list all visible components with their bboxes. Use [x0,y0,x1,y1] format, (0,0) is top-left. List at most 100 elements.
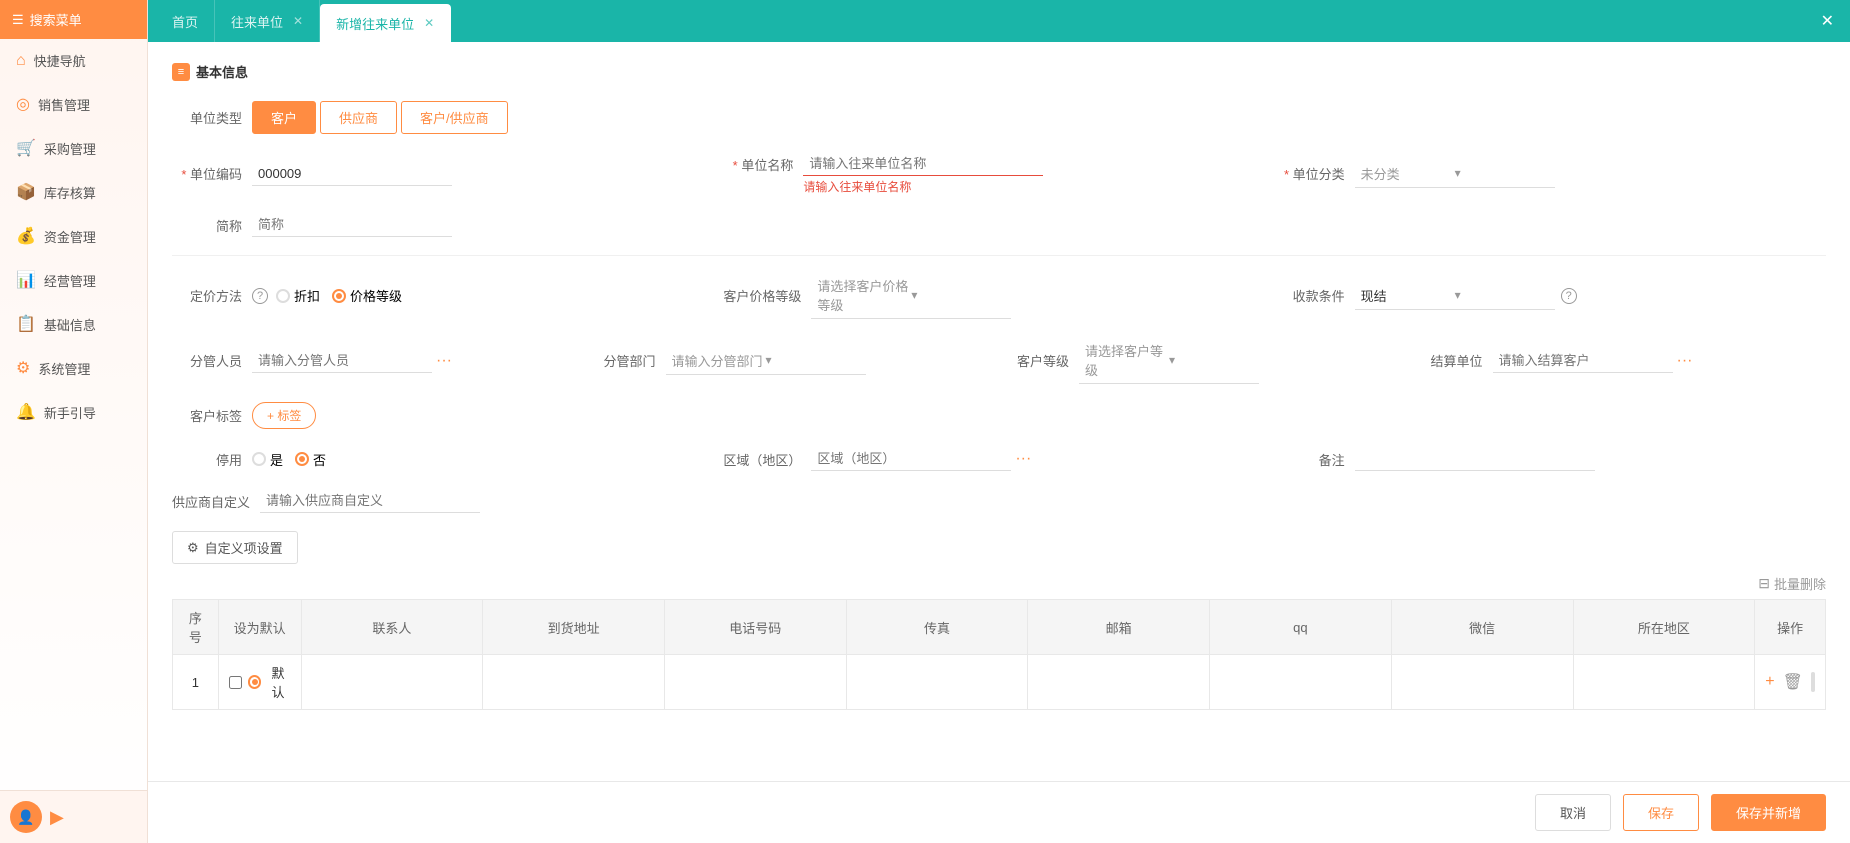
add-tag-button[interactable]: + 标签 [252,402,316,429]
sidebar-item-newbie[interactable]: 🔔 新手引导 [0,390,147,434]
cell-contact[interactable] [301,655,483,710]
drag-handle[interactable] [1811,672,1815,692]
sidebar-item-basic-info[interactable]: 📋 基础信息 [0,302,147,346]
expand-icon: ▶ [50,807,64,828]
add-row-icon[interactable]: + [1765,673,1774,691]
region-more-btn[interactable]: ··· [1011,450,1035,468]
sidebar-item-inventory[interactable]: 📦 库存核算 [0,170,147,214]
sidebar-item-operations[interactable]: 📊 经营管理 [0,258,147,302]
unit-category-select[interactable]: 未分类 ▾ [1355,160,1555,188]
department-select[interactable]: 请输入分管部门 ▾ [666,347,866,375]
disabled-label: 停用 [172,450,252,469]
delete-row-icon[interactable]: 🗑 [1783,672,1803,692]
radio-yes-circle [252,452,266,466]
sidebar-item-finance[interactable]: 💰 资金管理 [0,214,147,258]
cell-region[interactable] [1573,655,1755,710]
type-btn-both[interactable]: 客户/供应商 [401,101,508,134]
unit-category-value: 未分类 [1361,164,1455,183]
remarks-input[interactable] [1355,447,1595,471]
cell-email[interactable] [1028,655,1210,710]
type-btn-customer[interactable]: 客户 [252,101,316,134]
settlement-unit-more-btn[interactable]: ··· [1673,352,1697,370]
pricing-help-icon[interactable]: ? [252,288,268,304]
save-and-new-button[interactable]: 保存并新增 [1711,794,1826,831]
tab-new-contact-label: 新增往来单位 [336,14,414,33]
cell-fax[interactable] [846,655,1028,710]
manager-label: 分管人员 [172,351,252,370]
radio-price-level-label: 价格等级 [350,286,402,305]
unit-name-input[interactable] [803,152,1043,176]
payment-terms-help-icon[interactable]: ? [1561,288,1577,304]
radio-discount[interactable]: 折扣 [276,286,320,305]
manager-input[interactable] [252,349,432,373]
chevron-down-icon-2: ▾ [911,288,1005,302]
cell-wechat[interactable] [1391,655,1573,710]
region-input[interactable] [811,447,1011,471]
unit-category-label: 单位分类 [1275,164,1355,183]
quick-nav-icon: ⌂ [16,52,26,70]
phone-input[interactable] [675,675,836,690]
qq-input[interactable] [1220,675,1381,690]
search-menu[interactable]: ☰ 搜索菜单 [0,0,147,39]
tag-label: 客户标签 [172,406,252,425]
save-button[interactable]: 保存 [1623,794,1699,831]
region-label: 区域（地区） [723,450,811,469]
sidebar-item-quick-nav[interactable]: ⌂ 快捷导航 [0,39,147,82]
radio-no-circle [295,452,309,466]
unit-type-row: 单位类型 客户 供应商 客户/供应商 [172,101,1826,134]
tab-home[interactable]: 首页 [156,0,215,42]
sidebar-item-label: 资金管理 [44,227,96,246]
abbreviation-input[interactable] [252,213,452,237]
radio-yes[interactable]: 是 [252,450,283,469]
disabled-radio-group: 是 否 [252,450,326,469]
batch-delete-icon: ⊟ [1758,575,1770,592]
wechat-input[interactable] [1402,675,1563,690]
unit-code-field: 单位编码 [172,162,723,186]
sidebar-item-purchase[interactable]: 🛒 采购管理 [0,126,147,170]
cancel-button[interactable]: 取消 [1535,794,1611,831]
supplier-custom-input[interactable] [260,489,480,513]
radio-no[interactable]: 否 [295,450,326,469]
manager-more-btn[interactable]: ··· [432,352,456,370]
table-header-row: 序号 设为默认 联系人 到货地址 电话号码 传真 邮箱 qq 微信 所在地区 操… [173,600,1826,655]
cell-phone[interactable] [664,655,846,710]
unit-name-error: 请输入往来单位名称 [803,178,911,195]
radio-price-level[interactable]: 价格等级 [332,286,402,305]
payment-terms-select[interactable]: 现结 ▾ [1355,282,1555,310]
settlement-unit-input[interactable] [1493,349,1673,373]
unit-type-field: 单位类型 客户 供应商 客户/供应商 [172,101,508,134]
tab-new-contact-close[interactable]: ✕ [424,16,434,30]
sidebar-item-sales[interactable]: ◎ 销售管理 [0,82,147,126]
customer-level-field: 客户等级 请选择客户等级 ▾ [999,337,1413,384]
email-input[interactable] [1038,675,1199,690]
chevron-down-icon-3: ▾ [1455,288,1549,302]
customer-level-select[interactable]: 请选择客户等级 ▾ [1079,337,1259,384]
tab-contacts-close[interactable]: ✕ [293,14,303,28]
region-cell-input[interactable] [1584,675,1745,690]
type-btn-supplier[interactable]: 供应商 [320,101,397,134]
unit-code-input[interactable] [252,162,452,186]
action-bar: 取消 保存 保存并新增 [148,781,1850,843]
customer-price-level-select[interactable]: 请选择客户价格等级 ▾ [811,272,1011,319]
col-default: 设为默认 [218,600,301,655]
customer-level-placeholder: 请选择客户等级 [1085,341,1169,379]
cell-qq[interactable] [1210,655,1392,710]
system-icon: ⚙ [16,358,30,378]
row-checkbox[interactable] [229,676,242,689]
default-radio[interactable]: 默认 [248,663,291,701]
tab-new-contact[interactable]: 新增往来单位 ✕ [320,4,451,42]
address-input[interactable] [493,675,654,690]
sidebar-item-system[interactable]: ⚙ 系统管理 [0,346,147,390]
pricing-method-field: 定价方法 ? 折扣 价格等级 [172,286,723,305]
custom-settings-button[interactable]: ⚙ 自定义项设置 [172,531,298,564]
contact-input[interactable] [312,675,473,690]
payment-terms-field: 收款条件 现结 ▾ ? [1275,282,1826,310]
fax-input[interactable] [857,675,1018,690]
batch-delete-label[interactable]: 批量删除 [1774,574,1826,593]
supplier-custom-row: 供应商自定义 [172,489,1826,513]
window-close-button[interactable]: ✕ [1813,11,1842,31]
tab-contacts[interactable]: 往来单位 ✕ [215,0,320,42]
section-icon: ≡ [172,63,190,81]
cell-address[interactable] [483,655,665,710]
radio-discount-circle [276,289,290,303]
